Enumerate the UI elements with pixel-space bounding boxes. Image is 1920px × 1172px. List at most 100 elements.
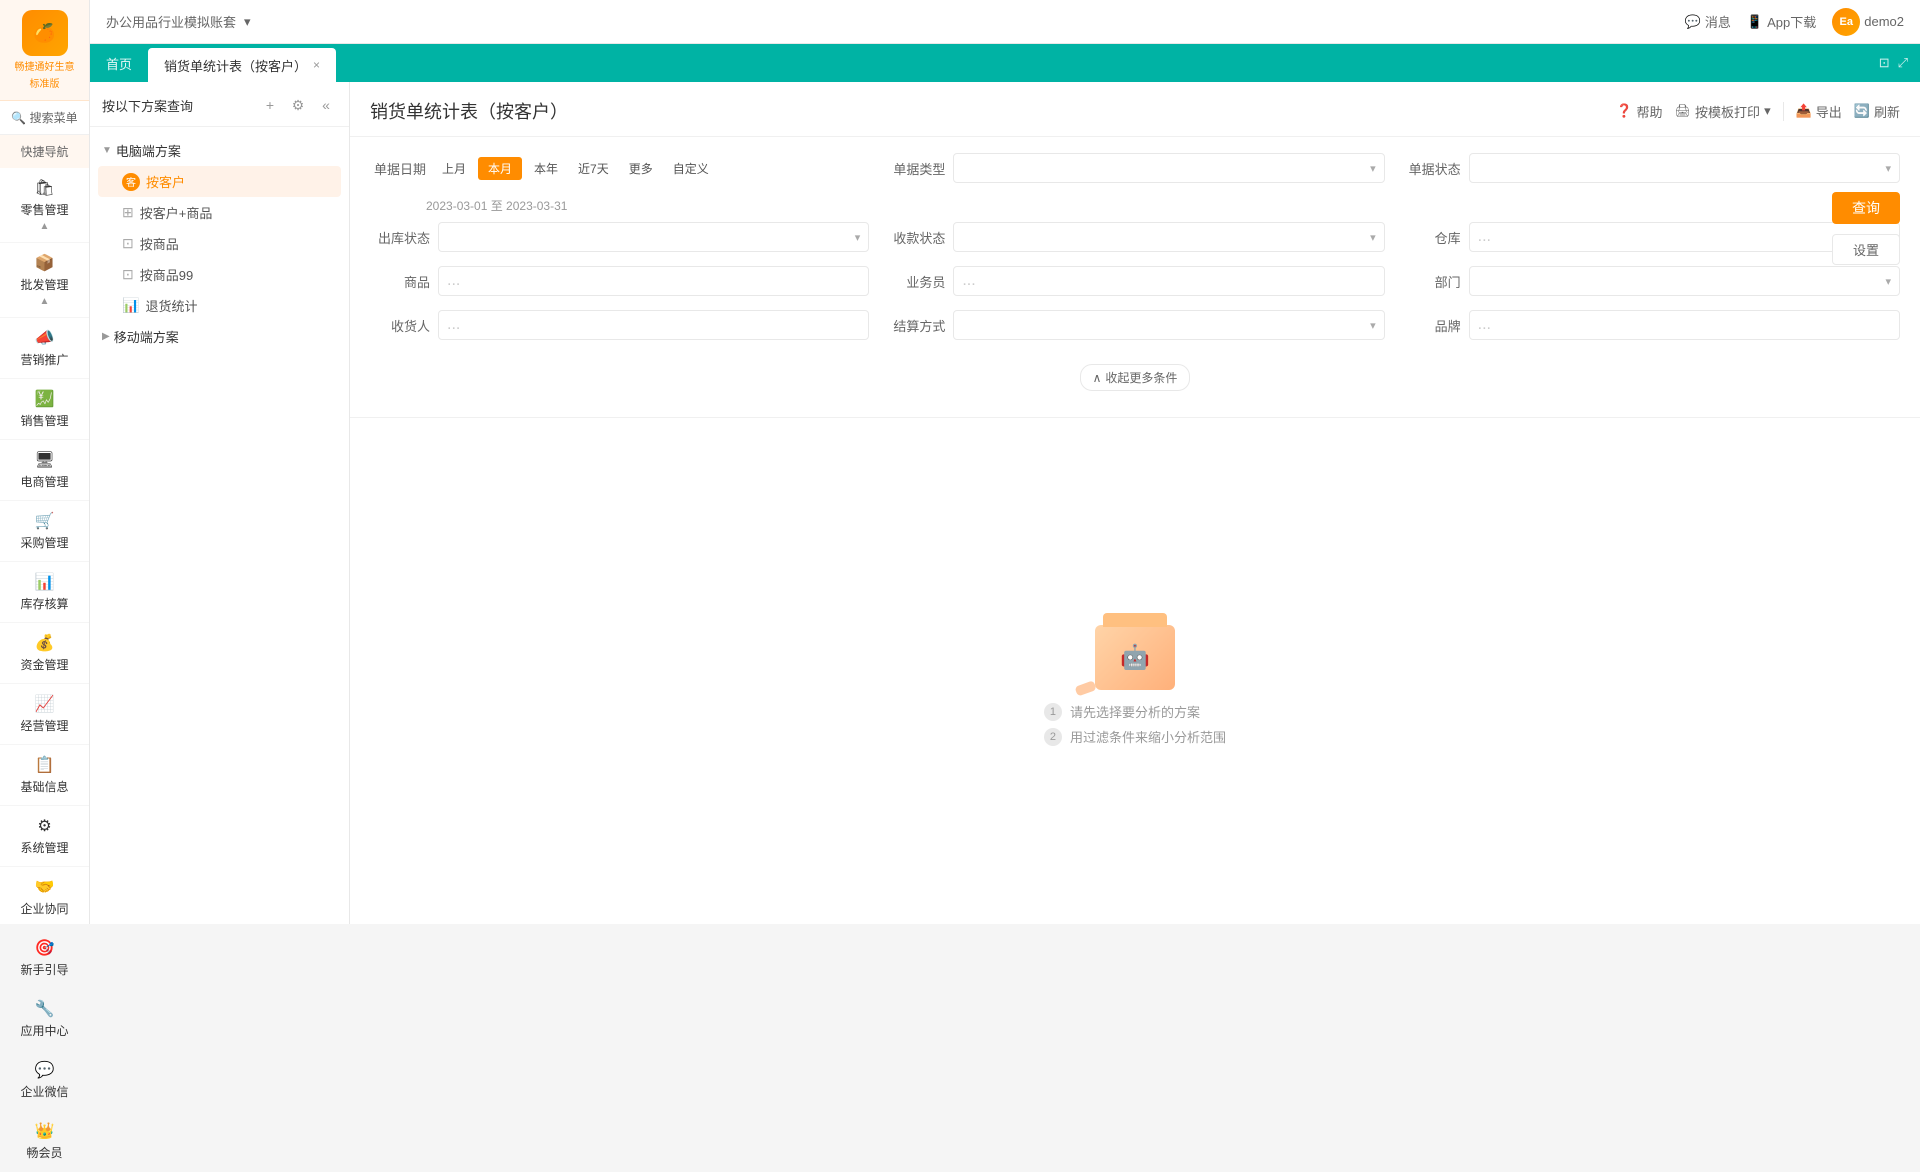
tab-maximize-icon[interactable]: ⤢ — [1898, 55, 1908, 71]
settings-schema-btn[interactable]: ⚙ — [287, 94, 309, 116]
sidebar-item-ecommerce-label: 电商管理 — [20, 473, 68, 490]
goods99-icon: ⊡ — [122, 266, 134, 283]
quick-nav[interactable]: 快捷导航 — [0, 135, 89, 168]
page-content: 按以下方案查询 + ⚙ « ▼ 电脑端方案 — [90, 82, 1920, 924]
help-label: 帮助 — [1637, 102, 1663, 121]
sidebar-item-newbie-label: 新手引导 — [20, 961, 68, 978]
receive-status-label: 收款状态 — [885, 228, 945, 247]
export-btn[interactable]: 📤 导出 — [1796, 102, 1842, 121]
bill-status-select[interactable]: ▾ — [1469, 153, 1900, 183]
schema-item-customer[interactable]: 客 按客户 — [98, 166, 341, 197]
filter-receive-status-cell: 收款状态 ▾ — [885, 222, 1384, 252]
hint-2-num: 2 — [1044, 728, 1062, 746]
logo-area: 🍊 畅捷通好生意 标准版 — [0, 0, 89, 101]
date-btn-custom[interactable]: 自定义 — [665, 157, 717, 180]
sidebar-item-member[interactable]: 👑 畅会员 — [0, 1111, 89, 1172]
sidebar-item-wholesale[interactable]: 📦 批发管理 ▲ — [0, 243, 89, 318]
desktop-group-label: 电脑端方案 — [116, 141, 181, 160]
message-btn[interactable]: 💬 消息 — [1685, 12, 1731, 31]
receiver-input[interactable]: ... — [438, 310, 869, 340]
sidebar-item-newbie[interactable]: 🎯 新手引导 — [0, 928, 89, 989]
sidebar-item-apps[interactable]: 🔧 应用中心 — [0, 989, 89, 1050]
sidebar: 🍊 畅捷通好生意 标准版 🔍 搜索菜单 快捷导航 🛍 零售管理 ▲ 📦 批发管理… — [0, 0, 90, 924]
date-btn-this-month[interactable]: 本月 — [478, 157, 522, 180]
sidebar-item-wechat[interactable]: 💬 企业微信 — [0, 1050, 89, 1111]
brand-input[interactable]: ... — [1469, 310, 1900, 340]
page-title: 销货单统计表（按客户） — [370, 98, 568, 124]
message-label: 消息 — [1705, 12, 1731, 31]
tab-close-icon[interactable]: × — [313, 58, 320, 72]
receiver-dots: ... — [447, 316, 460, 334]
receive-status-select[interactable]: ▾ — [953, 222, 1384, 252]
tab-minimize-icon[interactable]: ⊡ — [1879, 55, 1890, 71]
refresh-btn[interactable]: 🔄 刷新 — [1854, 102, 1900, 121]
template-print-btn[interactable]: 🖨 按模板打印 ▾ — [1675, 102, 1784, 121]
date-btn-7days[interactable]: 近7天 — [570, 157, 617, 180]
sidebar-item-finance[interactable]: 💰 资金管理 — [0, 623, 89, 684]
empty-text: 1 请先选择要分析的方案 2 用过滤条件来缩小分析范围 — [1044, 702, 1226, 752]
date-btn-more[interactable]: 更多 — [621, 157, 661, 180]
sidebar-item-operation-label: 经营管理 — [20, 717, 68, 734]
sidebar-item-inventory[interactable]: 📊 库存核算 — [0, 562, 89, 623]
empty-box: 🤖 — [1095, 625, 1175, 690]
date-btn-last-month[interactable]: 上月 — [434, 157, 474, 180]
goods-dots: ... — [447, 272, 460, 290]
collapse-icon: « — [322, 97, 330, 113]
schema-item-return[interactable]: 📊 退货统计 — [98, 290, 341, 321]
sidebar-item-system-label: 系统管理 — [20, 839, 68, 856]
department-select[interactable]: ▾ — [1469, 266, 1900, 296]
template-print-dropdown-icon: ▾ — [1764, 103, 1771, 119]
enterprise-icon: 🤝 — [35, 877, 55, 897]
logo-text: 畅捷通好生意 — [10, 58, 79, 73]
sidebar-item-marketing[interactable]: 📣 营销推广 — [0, 318, 89, 379]
collapse-bar: ∧ 收起更多条件 — [370, 354, 1900, 401]
bill-type-label: 单据类型 — [885, 159, 945, 178]
filter-goods-cell: 商品 ... — [370, 266, 869, 296]
sidebar-item-purchase[interactable]: 🛒 采购管理 — [0, 501, 89, 562]
collapse-btn[interactable]: ∧ 收起更多条件 — [1080, 364, 1191, 391]
schema-item-goods99-label: 按商品99 — [140, 265, 193, 284]
industry-dropdown-icon[interactable]: ▾ — [244, 14, 251, 30]
collapse-up-icon: ∧ — [1093, 371, 1102, 385]
sidebar-item-ecommerce[interactable]: 🖥 电商管理 — [0, 440, 89, 501]
settlement-dropdown-icon: ▾ — [1370, 319, 1376, 332]
sidebar-item-sales-label: 销售管理 — [20, 412, 68, 429]
schema-item-goods[interactable]: ⊡ 按商品 — [98, 228, 341, 259]
out-status-select[interactable]: ▾ — [438, 222, 869, 252]
query-btn[interactable]: 查询 — [1832, 192, 1900, 224]
user-area[interactable]: Ea demo2 — [1832, 8, 1904, 36]
mobile-schema-group: ▶ 移动端方案 — [90, 321, 349, 352]
mobile-group-title[interactable]: ▶ 移动端方案 — [98, 321, 341, 352]
finance-icon: 💰 — [35, 633, 55, 653]
desktop-group-title[interactable]: ▼ 电脑端方案 — [98, 135, 341, 166]
search-menu[interactable]: 🔍 搜索菜单 — [0, 101, 89, 135]
schema-item-customer-goods[interactable]: ⊞ 按客户+商品 — [98, 197, 341, 228]
user-avatar: Ea — [1832, 8, 1860, 36]
sidebar-item-member-label: 畅会员 — [26, 1144, 62, 1161]
sidebar-item-enterprise[interactable]: 🤝 企业协同 — [0, 867, 89, 928]
bill-type-select[interactable]: ▾ — [953, 153, 1384, 183]
date-btn-this-year[interactable]: 本年 — [526, 157, 566, 180]
tab-home[interactable]: 首页 — [90, 44, 148, 82]
tab-active[interactable]: 销货单统计表（按客户） × — [148, 48, 336, 82]
settings-btn[interactable]: 设置 — [1832, 234, 1900, 265]
goods-input[interactable]: ... — [438, 266, 869, 296]
add-schema-btn[interactable]: + — [259, 94, 281, 116]
page-header: 销货单统计表（按客户） ❓ 帮助 🖨 按模板打印 ▾ 📤 导出 — [350, 82, 1920, 137]
salesperson-input[interactable]: ... — [953, 266, 1384, 296]
sidebar-item-wechat-label: 企业微信 — [20, 1083, 68, 1100]
app-download-btn[interactable]: 📱 App下载 — [1747, 12, 1816, 31]
schema-item-goods99[interactable]: ⊡ 按商品99 — [98, 259, 341, 290]
receive-status-dropdown-icon: ▾ — [1370, 231, 1376, 244]
sidebar-item-sales[interactable]: 💹 销售管理 — [0, 379, 89, 440]
industry-label: 办公用品行业模拟账套 — [106, 12, 236, 31]
sidebar-item-retail[interactable]: 🛍 零售管理 ▲ — [0, 168, 89, 243]
help-btn[interactable]: ❓ 帮助 — [1616, 102, 1662, 121]
sidebar-item-system[interactable]: ⚙ 系统管理 — [0, 806, 89, 867]
sidebar-item-operation[interactable]: 📈 经营管理 — [0, 684, 89, 745]
sidebar-item-marketing-label: 营销推广 — [20, 351, 68, 368]
collapse-panel-btn[interactable]: « — [315, 94, 337, 116]
sidebar-item-basic[interactable]: 📋 基础信息 — [0, 745, 89, 806]
settlement-select[interactable]: ▾ — [953, 310, 1384, 340]
apps-icon: 🔧 — [35, 999, 55, 1019]
